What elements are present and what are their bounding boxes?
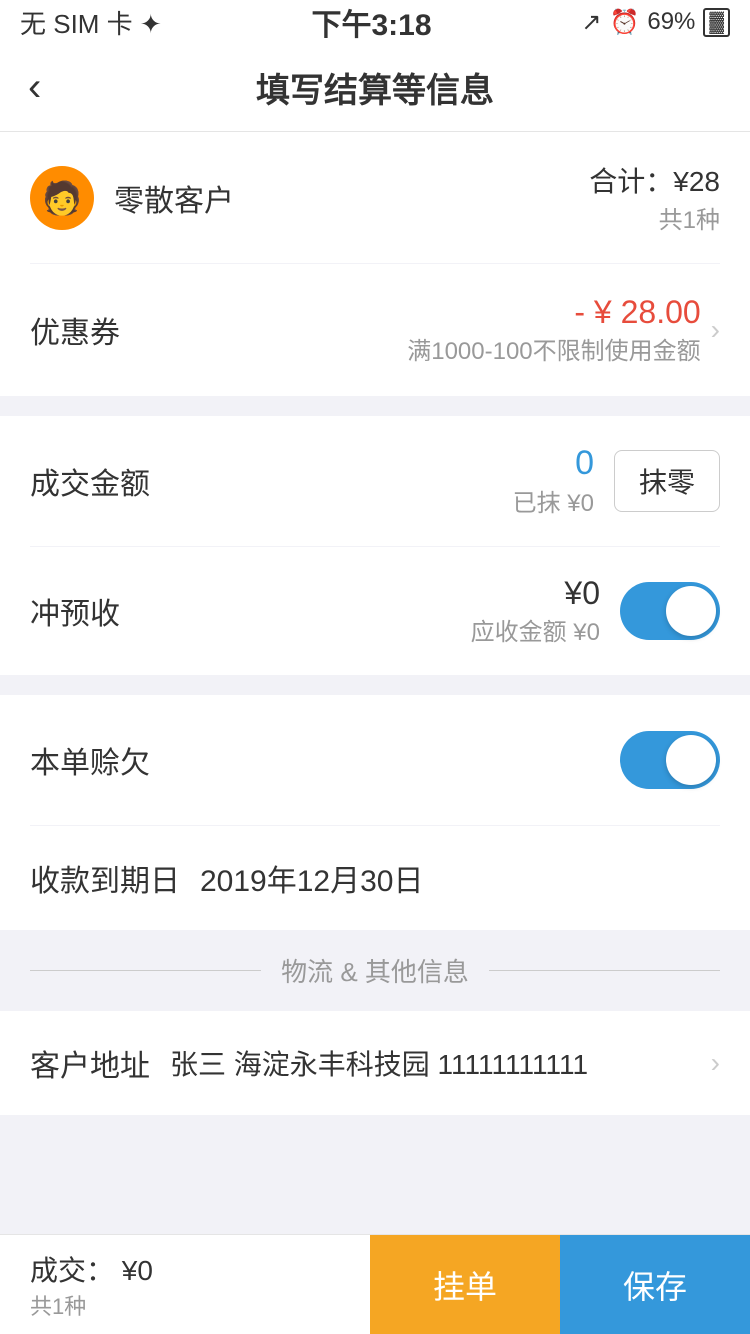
status-time: 下午3:18 [312,0,432,44]
customer-row: 🧑 零散客户 合计：¥28 共1种 [30,132,720,263]
address-value: 张三 海淀永丰科技园 11111111111 [170,1043,701,1083]
debt-toggle-knob [666,735,716,785]
transaction-value-block: 0 已抹 ¥0 [513,444,594,518]
section-gap-2 [0,675,750,695]
debt-row: 本单赊欠 [30,695,720,825]
location-icon: ↗ [581,8,601,37]
battery-icon: ▓ [703,8,730,37]
deal-amount: ¥0 [122,1255,153,1286]
round-button[interactable]: 抹零 [614,450,720,512]
prepay-toggle[interactable] [620,582,720,640]
main-content: 🧑 零散客户 合计：¥28 共1种 优惠券 - ¥ 28.00 满1000-10… [0,132,750,1255]
customer-name: 零散客户 [114,176,234,220]
prepay-label: 冲预收 [30,589,120,633]
coupon-info: - ¥ 28.00 满1000-100不限制使用金额 [407,294,700,366]
status-left: 无 SIM 卡 ✦ [20,4,162,41]
sim-wifi-text: 无 SIM 卡 ✦ [20,4,162,41]
bottom-summary: 成交： ¥0 共1种 [0,1249,370,1321]
coupon-amount: - ¥ 28.00 [407,294,700,331]
deal-label: 成交： [30,1255,114,1286]
address-row[interactable]: 客户地址 张三 海淀永丰科技园 11111111111 › [0,1011,750,1115]
transaction-sub: 已抹 ¥0 [513,483,594,518]
battery-text: 69% [647,8,695,36]
logistics-line-right [489,970,720,971]
debt-toggle[interactable] [620,731,720,789]
coupon-right: - ¥ 28.00 满1000-100不限制使用金额 › [407,294,720,366]
toggle-knob [666,586,716,636]
due-date-value: 2019年12月30日 [200,856,423,900]
prepay-row: 冲预收 ¥0 应收金额 ¥0 [30,547,720,675]
prepay-amount: ¥0 [471,575,600,612]
bottom-count: 共1种 [30,1289,340,1321]
customer-left: 🧑 零散客户 [30,166,234,230]
save-button[interactable]: 保存 [560,1235,750,1334]
status-right: ↗ ⏰ 69% ▓ [581,8,730,37]
customer-total: 合计：¥28 [589,160,720,200]
nav-bar: ‹ 填写结算等信息 [0,44,750,132]
debt-label: 本单赊欠 [30,738,150,782]
customer-right: 合计：¥28 共1种 [589,160,720,235]
prepay-sub: 应收金额 ¥0 [471,612,600,647]
coupon-desc: 满1000-100不限制使用金额 [407,331,700,366]
logistics-line-left [30,970,261,971]
back-button[interactable]: ‹ [28,65,41,110]
coupon-label: 优惠券 [30,308,120,352]
customer-section: 🧑 零散客户 合计：¥28 共1种 优惠券 - ¥ 28.00 满1000-10… [0,132,750,396]
hang-button[interactable]: 挂单 [370,1235,560,1334]
customer-count: 共1种 [589,200,720,235]
logistics-text: 物流 & 其他信息 [281,952,469,989]
transaction-right: 0 已抹 ¥0 抹零 [513,444,720,518]
bottom-gap [0,1115,750,1155]
avatar: 🧑 [30,166,94,230]
prepay-value-block: ¥0 应收金额 ¥0 [471,575,600,647]
address-label: 客户地址 [30,1041,150,1085]
bottom-deal: 成交： ¥0 [30,1249,340,1289]
section-gap-1 [0,396,750,416]
prepay-right: ¥0 应收金额 ¥0 [471,575,720,647]
bottom-bar: 成交： ¥0 共1种 挂单 保存 [0,1234,750,1334]
debt-section: 本单赊欠 收款到期日 2019年12月30日 [0,695,750,930]
chevron-right-icon: › [711,314,720,346]
transaction-row: 成交金额 0 已抹 ¥0 抹零 [30,416,720,546]
address-chevron-icon: › [711,1047,720,1079]
alarm-icon: ⏰ [609,8,639,37]
transaction-section: 成交金额 0 已抹 ¥0 抹零 冲预收 ¥0 应收金额 ¥0 [0,416,750,675]
due-date-label: 收款到期日 [30,856,180,900]
page-title: 填写结算等信息 [256,63,494,112]
due-date-row: 收款到期日 2019年12月30日 [30,825,720,930]
avatar-icon: 🧑 [42,179,82,217]
status-bar: 无 SIM 卡 ✦ 下午3:18 ↗ ⏰ 69% ▓ [0,0,750,44]
transaction-amount: 0 [513,444,594,483]
coupon-row[interactable]: 优惠券 - ¥ 28.00 满1000-100不限制使用金额 › [30,263,720,396]
transaction-label: 成交金额 [30,459,150,503]
logistics-separator: 物流 & 其他信息 [0,930,750,1011]
